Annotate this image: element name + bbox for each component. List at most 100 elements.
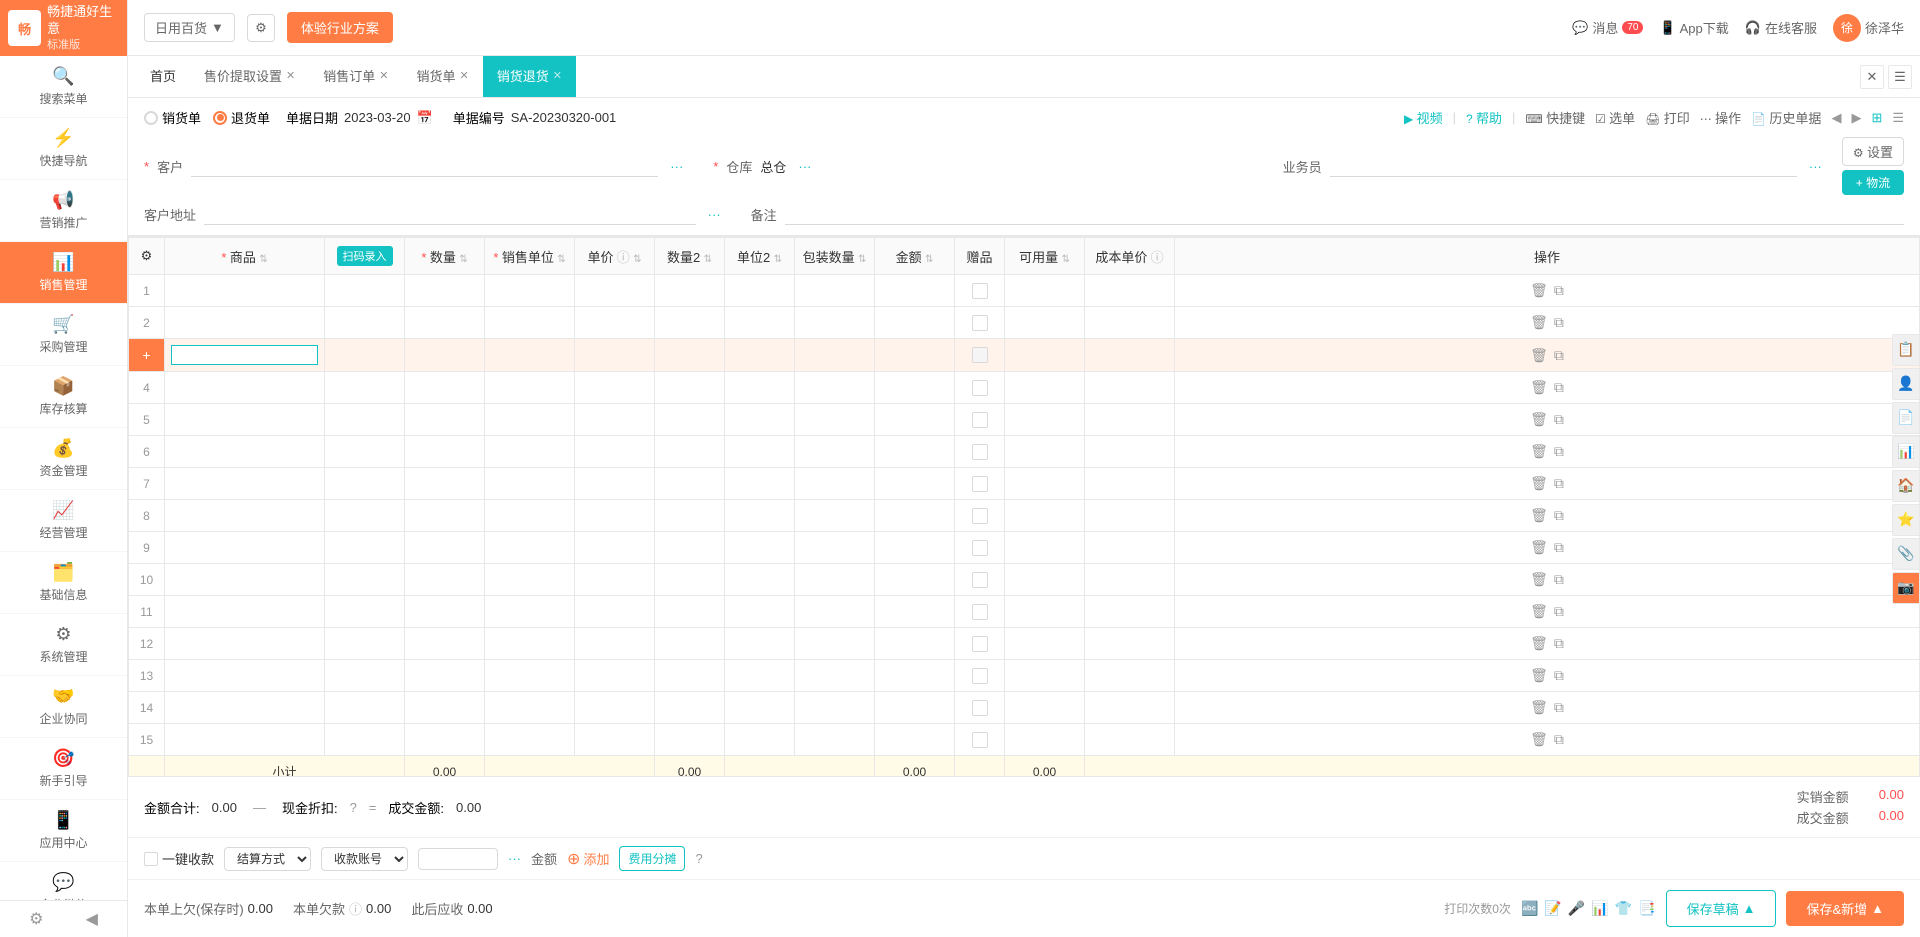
quantity-sort-icon[interactable]: ⇅ <box>459 254 467 265</box>
copy-row-icon[interactable]: ⧉ <box>1554 571 1564 588</box>
unit2-cell[interactable] <box>725 307 795 339</box>
float-btn-1[interactable]: 📋 <box>1892 334 1920 366</box>
toolbar-icon-1[interactable]: 🔤 <box>1521 900 1538 917</box>
copy-row-icon[interactable]: ⧉ <box>1554 603 1564 620</box>
gift-cell[interactable] <box>955 692 1005 724</box>
copy-row-icon[interactable]: ⧉ <box>1554 475 1564 492</box>
delete-row-icon[interactable]: 🗑 <box>1530 282 1548 299</box>
float-btn-6[interactable]: ⭐ <box>1892 504 1920 536</box>
toolbar-icon-3[interactable]: 🎤 <box>1568 900 1585 917</box>
one-click-payment-checkbox[interactable]: 一键收款 <box>144 849 214 868</box>
quantity2-sort-icon[interactable]: ⇅ <box>704 254 712 265</box>
quantity2-cell[interactable] <box>655 596 725 628</box>
toolbar-icon-6[interactable]: 📑 <box>1638 900 1655 917</box>
available-cell[interactable] <box>1005 724 1085 756</box>
barcode-scan-button[interactable]: 扫码录入 <box>337 246 393 266</box>
amount-cell[interactable] <box>875 436 955 468</box>
cost-price-cell[interactable] <box>1085 275 1175 307</box>
cost-price-cell[interactable] <box>1085 596 1175 628</box>
product-cell[interactable] <box>165 275 325 307</box>
close-tab-sale-price-icon[interactable]: ✕ <box>286 69 295 82</box>
quantity2-cell[interactable] <box>655 660 725 692</box>
help-action[interactable]: ? 帮助 <box>1466 108 1502 127</box>
amount-cell[interactable] <box>875 564 955 596</box>
available-cell[interactable] <box>1005 468 1085 500</box>
gift-cell[interactable] <box>955 307 1005 339</box>
gift-checkbox[interactable] <box>972 636 988 652</box>
close-tab-sale-return-icon[interactable]: ✕ <box>553 69 562 82</box>
pack-qty-cell[interactable] <box>795 596 875 628</box>
pack-qty-cell[interactable] <box>795 500 875 532</box>
sale-unit-cell[interactable] <box>485 692 575 724</box>
sale-unit-cell[interactable] <box>485 339 575 372</box>
copy-row-icon[interactable]: ⧉ <box>1554 635 1564 652</box>
fee-split-button[interactable]: 费用分摊 <box>619 846 685 871</box>
gift-cell[interactable] <box>955 372 1005 404</box>
quantity2-cell[interactable] <box>655 468 725 500</box>
unit-price-cell[interactable] <box>575 307 655 339</box>
available-cell[interactable] <box>1005 564 1085 596</box>
amount-cell[interactable] <box>875 339 955 372</box>
pack-qty-cell[interactable] <box>795 339 875 372</box>
available-cell[interactable] <box>1005 628 1085 660</box>
delete-row-icon[interactable]: 🗑 <box>1530 571 1548 588</box>
quantity-cell[interactable] <box>405 404 485 436</box>
current-debt-info-icon[interactable]: ⓘ <box>349 899 362 918</box>
pack-qty-cell[interactable] <box>795 307 875 339</box>
copy-row-icon[interactable]: ⧉ <box>1554 282 1564 299</box>
unit2-cell[interactable] <box>725 628 795 660</box>
sidebar-item-marketing[interactable]: 📢 营销推广 <box>0 180 127 242</box>
tab-sale-order[interactable]: 销售订单 ✕ <box>309 56 402 97</box>
product-cell[interactable] <box>165 436 325 468</box>
form-settings-button[interactable]: ⚙ 设置 <box>1842 137 1904 166</box>
gift-cell[interactable] <box>955 596 1005 628</box>
gift-checkbox[interactable] <box>972 508 988 524</box>
quantity2-cell[interactable] <box>655 307 725 339</box>
unit-price-sort-icon[interactable]: ⇅ <box>633 254 641 265</box>
product-cell[interactable] <box>165 307 325 339</box>
unit2-cell[interactable] <box>725 724 795 756</box>
gift-cell[interactable] <box>955 628 1005 660</box>
available-cell[interactable] <box>1005 500 1085 532</box>
unit2-cell[interactable] <box>725 275 795 307</box>
gift-checkbox[interactable] <box>972 412 988 428</box>
unit2-cell[interactable] <box>725 596 795 628</box>
remark-input[interactable] <box>785 203 1904 225</box>
product-cell[interactable] <box>165 404 325 436</box>
float-btn-3[interactable]: 📄 <box>1892 402 1920 434</box>
breadcrumb-select[interactable]: 日用百货 ▼ <box>144 13 235 42</box>
delete-row-icon[interactable]: 🗑 <box>1530 475 1548 492</box>
unit2-sort-icon[interactable]: ⇅ <box>774 254 782 265</box>
amount-cell[interactable] <box>875 724 955 756</box>
experience-button[interactable]: 体验行业方案 <box>287 12 393 43</box>
copy-row-icon[interactable]: ⧉ <box>1554 699 1564 716</box>
copy-row-icon[interactable]: ⧉ <box>1554 347 1564 364</box>
delete-row-icon[interactable]: 🗑 <box>1530 699 1548 716</box>
delete-row-icon[interactable]: 🗑 <box>1530 314 1548 331</box>
unit2-cell[interactable] <box>725 692 795 724</box>
quantity2-cell[interactable] <box>655 692 725 724</box>
copy-row-icon[interactable]: ⧉ <box>1554 667 1564 684</box>
gift-cell[interactable] <box>955 500 1005 532</box>
sale-unit-cell[interactable] <box>485 564 575 596</box>
pack-qty-cell[interactable] <box>795 468 875 500</box>
copy-row-icon[interactable]: ⧉ <box>1554 379 1564 396</box>
operate-action[interactable]: ⋯ 操作 <box>1700 108 1741 127</box>
float-btn-2[interactable]: 👤 <box>1892 368 1920 400</box>
quantity2-cell[interactable] <box>655 436 725 468</box>
tab-sale-price[interactable]: 售价提取设置 ✕ <box>190 56 309 97</box>
account-number-select[interactable]: 收款账号 <box>321 847 408 871</box>
save-draft-button[interactable]: 保存草稿 ▲ <box>1666 890 1777 927</box>
cost-price-cell[interactable] <box>1085 564 1175 596</box>
cost-price-cell[interactable] <box>1085 660 1175 692</box>
video-action[interactable]: ▶ 视频 <box>1404 108 1443 127</box>
unit2-cell[interactable] <box>725 564 795 596</box>
cost-price-info-icon[interactable]: ⓘ <box>1151 250 1164 265</box>
quantity-cell[interactable] <box>405 275 485 307</box>
sale-unit-sort-icon[interactable]: ⇅ <box>557 254 565 265</box>
sale-unit-cell[interactable] <box>485 404 575 436</box>
sidebar-item-guide[interactable]: 🎯 新手引导 <box>0 738 127 800</box>
gift-cell[interactable] <box>955 468 1005 500</box>
quantity-cell[interactable] <box>405 307 485 339</box>
pack-qty-cell[interactable] <box>795 275 875 307</box>
